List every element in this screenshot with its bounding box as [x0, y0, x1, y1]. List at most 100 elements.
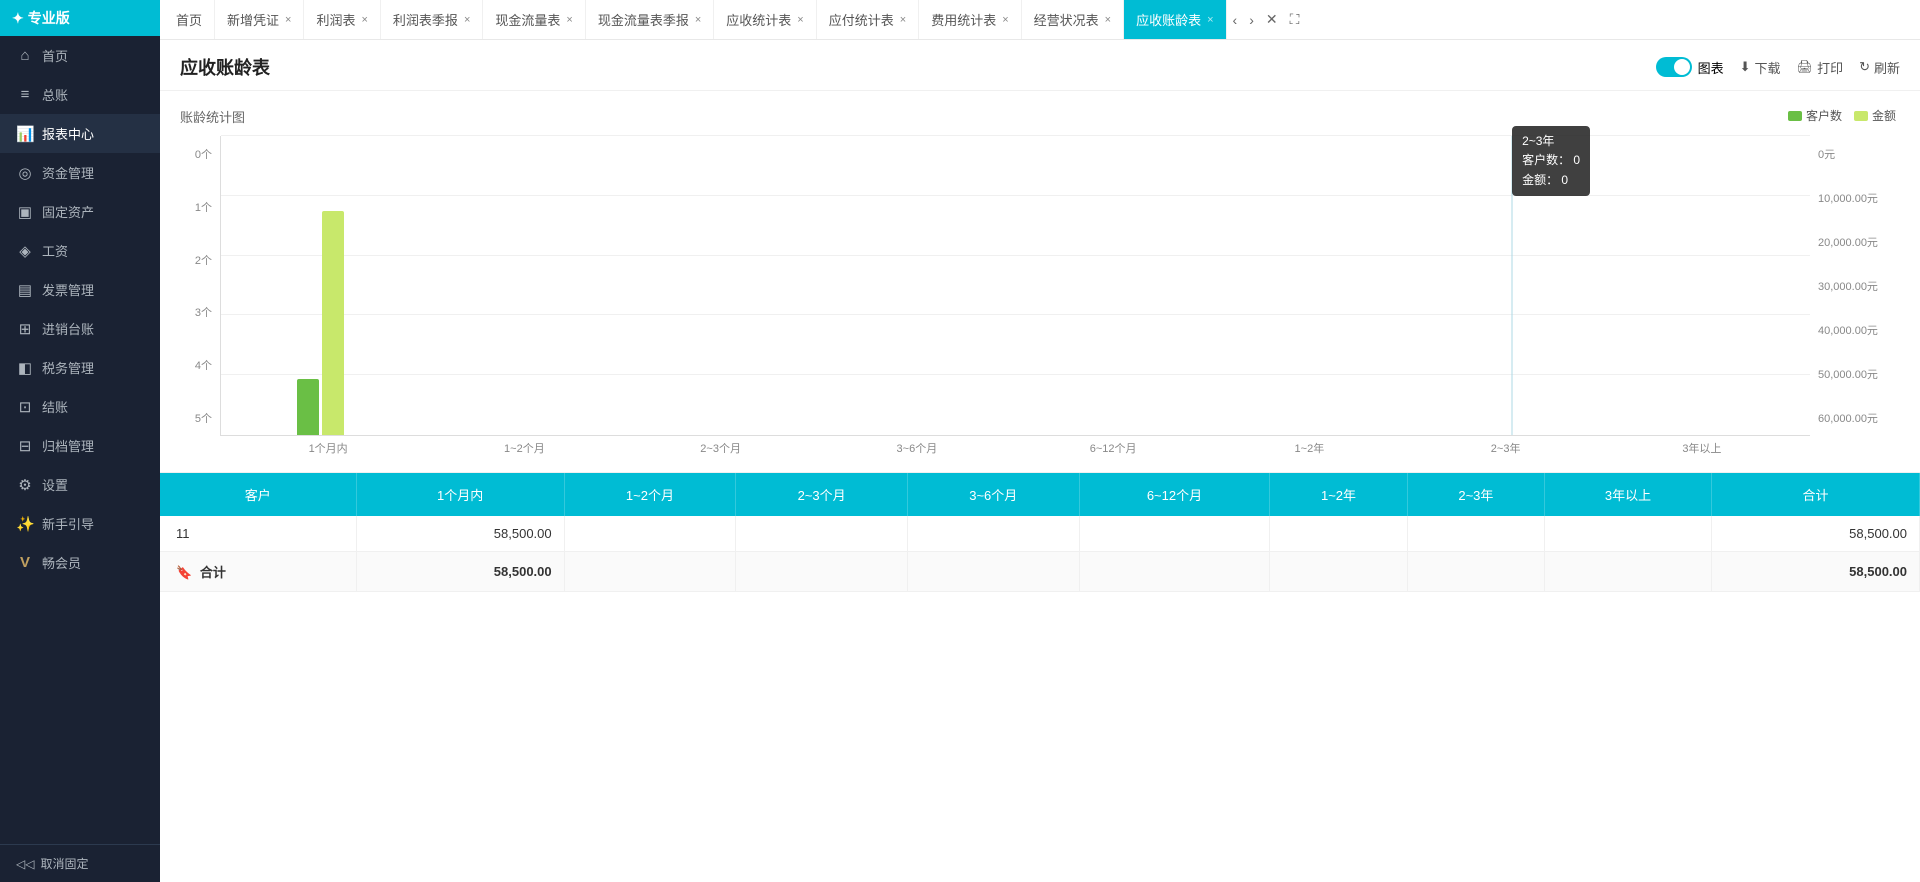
tab-label: 应收统计表 [726, 10, 791, 29]
y-label: 4个 [195, 357, 212, 373]
ledger-icon: ≡ [16, 86, 34, 103]
sidebar-item-ledger[interactable]: ≡ 总账 [0, 75, 160, 114]
tab-biz-status[interactable]: 经营状况表 × [1022, 0, 1124, 40]
tab-ar-aging[interactable]: 应收账龄表 × [1124, 0, 1226, 40]
tab-label: 首页 [176, 10, 202, 29]
tab-cashflow[interactable]: 现金流量表 × [483, 0, 585, 40]
bar-customers-0 [297, 379, 319, 435]
close-icon[interactable]: × [695, 14, 701, 26]
total-m1: 58,500.00 [356, 552, 564, 592]
close-icon[interactable]: × [1207, 14, 1213, 26]
cell-y3plus [1545, 516, 1712, 552]
tab-label: 利润表 [316, 10, 355, 29]
sidebar-item-settings[interactable]: ⚙ 设置 [0, 465, 160, 504]
y-right-label: 50,000.00元 [1818, 366, 1878, 382]
close-icon[interactable]: × [797, 14, 803, 26]
sidebar-item-fund[interactable]: ◎ 资金管理 [0, 153, 160, 192]
logo-icon: ✦ [12, 10, 24, 27]
tab-profit-quarter[interactable]: 利润表季报 × [381, 0, 483, 40]
legend-customers-label: 客户数 [1806, 107, 1842, 124]
cell-m612 [1079, 516, 1270, 552]
refresh-button[interactable]: ↻ 刷新 [1859, 58, 1900, 77]
sidebar-item-guide[interactable]: ✨ 新手引导 [0, 504, 160, 543]
tooltip-amount: 金额： 0 [1522, 171, 1580, 190]
tab-label: 现金流量表 [495, 10, 560, 29]
closing-icon: ⊡ [16, 398, 34, 416]
close-icon[interactable]: × [464, 14, 470, 26]
sidebar-item-tax[interactable]: ◧ 税务管理 [0, 348, 160, 387]
unpin-label: 取消固定 [40, 855, 88, 872]
sidebar-item-label: 发票管理 [42, 280, 94, 299]
tab-voucher[interactable]: 新增凭证 × [215, 0, 304, 40]
tab-ar-stat[interactable]: 应收统计表 × [714, 0, 816, 40]
tab-next-button[interactable]: › [1243, 0, 1260, 40]
tooltip-period: 2~3年 [1522, 132, 1580, 151]
sidebar-item-reports[interactable]: 📊 报表中心 [0, 114, 160, 153]
sidebar-item-purchase[interactable]: ⊞ 进销台账 [0, 309, 160, 348]
tab-home[interactable]: 首页 [164, 0, 215, 40]
assets-icon: ▣ [16, 203, 34, 221]
tab-close-button[interactable]: ✕ [1260, 0, 1284, 40]
sidebar-item-invoice[interactable]: ▤ 发票管理 [0, 270, 160, 309]
y-right-label: 30,000.00元 [1818, 278, 1878, 294]
y-right-label: 60,000.00元 [1818, 410, 1878, 426]
close-icon[interactable]: × [566, 14, 572, 26]
reports-icon: 📊 [16, 125, 34, 143]
sidebar-item-archive[interactable]: ⊟ 归档管理 [0, 426, 160, 465]
legend-customers-dot [1788, 111, 1802, 121]
table-header-row: 客户 1个月内 1~2个月 2~3个月 3~6个月 6~12个月 1~2年 2~… [160, 473, 1920, 516]
tooltip-customers: 客户数： 0 [1522, 151, 1580, 170]
print-button[interactable]: 🖨 打印 [1797, 58, 1844, 77]
sidebar-item-label: 新手引导 [42, 514, 94, 533]
chart-title: 账龄统计图 [180, 107, 1900, 126]
cell-m1: 58,500.00 [356, 516, 564, 552]
sidebar-item-label: 报表中心 [42, 124, 94, 143]
total-m23 [736, 552, 908, 592]
y-label: 2个 [195, 252, 212, 268]
th-m12: 1~2个月 [564, 473, 736, 516]
unpin-button[interactable]: ◁◁ 取消固定 [0, 844, 160, 882]
total-m36 [907, 552, 1079, 592]
tab-fullscreen-button[interactable]: ⛶ [1284, 0, 1306, 40]
sidebar-item-closing[interactable]: ⊡ 结账 [0, 387, 160, 426]
salary-icon: ◈ [16, 242, 34, 260]
toggle-switch-handle[interactable] [1656, 57, 1692, 77]
total-m12 [564, 552, 736, 592]
tab-ap-stat[interactable]: 应付统计表 × [817, 0, 919, 40]
sidebar-item-salary[interactable]: ◈ 工资 [0, 231, 160, 270]
bar-amount-0 [322, 211, 344, 435]
sidebar-item-home[interactable]: ⌂ 首页 [0, 36, 160, 75]
sidebar-item-label: 进销台账 [42, 319, 94, 338]
purchase-icon: ⊞ [16, 320, 34, 338]
app-logo: ✦ 专业版 [0, 0, 160, 36]
close-icon[interactable]: × [1105, 14, 1111, 26]
total-label-cell: 🔖 合计 [160, 552, 356, 592]
x-label-7: 3年以上 [1604, 440, 1800, 456]
tab-prev-button[interactable]: ‹ [1227, 0, 1244, 40]
total-y12 [1270, 552, 1407, 592]
unpin-icon: ◁◁ [16, 857, 34, 871]
tab-cashflow-quarter[interactable]: 现金流量表季报 × [586, 0, 714, 40]
legend-amount-dot [1854, 111, 1868, 121]
sidebar-item-assets[interactable]: ▣ 固定资产 [0, 192, 160, 231]
download-button[interactable]: ⬇ 下载 [1740, 58, 1781, 77]
close-icon[interactable]: × [900, 14, 906, 26]
cell-y23 [1407, 516, 1544, 552]
sidebar-item-label: 资金管理 [42, 163, 94, 182]
tab-profit[interactable]: 利润表 × [304, 0, 380, 40]
close-icon[interactable]: × [1002, 14, 1008, 26]
x-axis-labels: 1个月内 1~2个月 2~3个月 3~6个月 6~12个月 1~2年 2~3年 … [220, 436, 1810, 456]
th-y3plus: 3年以上 [1545, 473, 1712, 516]
fund-icon: ◎ [16, 164, 34, 182]
sidebar-item-vip[interactable]: V 畅会员 [0, 543, 160, 582]
chart-main: 2~3年 客户数： 0 金额： 0 [220, 136, 1810, 456]
home-icon: ⌂ [16, 47, 34, 64]
logo-text: 专业版 [28, 8, 70, 28]
tab-bar: 首页 新增凭证 × 利润表 × 利润表季报 × 现金流量表 × 现金流量表季报 … [160, 0, 1920, 40]
close-icon[interactable]: × [361, 14, 367, 26]
chart-toggle[interactable]: 图表 [1656, 57, 1724, 77]
close-icon[interactable]: × [285, 14, 291, 26]
tab-label: 新增凭证 [227, 10, 279, 29]
table-row: 11 58,500.00 58,500.00 [160, 516, 1920, 552]
tab-expense-stat[interactable]: 费用统计表 × [919, 0, 1021, 40]
